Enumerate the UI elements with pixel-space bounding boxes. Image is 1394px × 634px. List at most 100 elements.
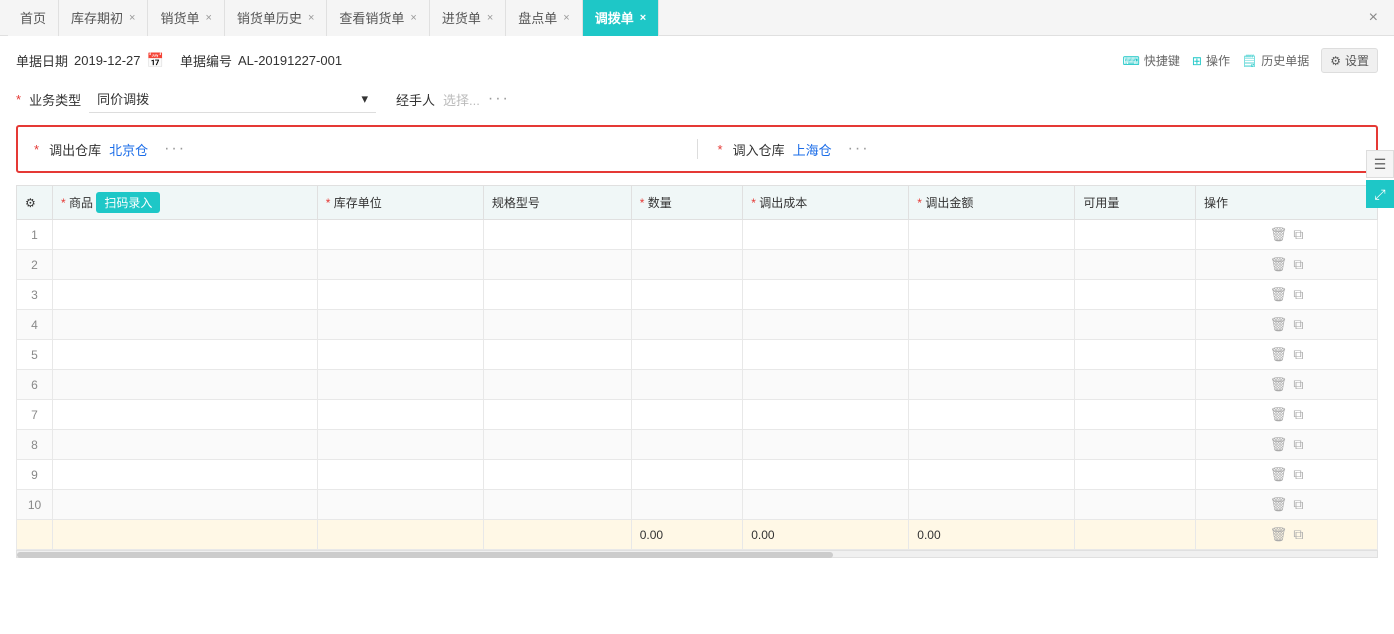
- spec-cell[interactable]: [483, 280, 631, 310]
- qty-cell[interactable]: [631, 280, 743, 310]
- amount-cell[interactable]: [909, 220, 1075, 250]
- amount-cell[interactable]: [909, 280, 1075, 310]
- delete-row-button[interactable]: 🗑: [1270, 496, 1288, 513]
- qty-cell[interactable]: [631, 340, 743, 370]
- close-tab-view-sales[interactable]: ×: [410, 12, 416, 24]
- copy-row-button[interactable]: ⧉: [1293, 226, 1303, 243]
- product-cell[interactable]: [53, 340, 318, 370]
- close-tab-inventory-check[interactable]: ×: [563, 12, 569, 24]
- spec-cell[interactable]: [483, 250, 631, 280]
- amount-cell[interactable]: [909, 340, 1075, 370]
- spec-cell[interactable]: [483, 400, 631, 430]
- amount-cell[interactable]: [909, 310, 1075, 340]
- tab-transfer[interactable]: 调拨单 ×: [583, 0, 659, 36]
- product-cell[interactable]: [53, 400, 318, 430]
- product-cell[interactable]: [53, 310, 318, 340]
- cost-cell[interactable]: [743, 490, 909, 520]
- cost-cell[interactable]: [743, 310, 909, 340]
- spec-cell[interactable]: [483, 490, 631, 520]
- source-warehouse-more-icon[interactable]: ···: [164, 140, 186, 158]
- delete-row-button[interactable]: 🗑: [1270, 436, 1288, 453]
- close-tab-transfer[interactable]: ×: [640, 12, 646, 24]
- amount-cell[interactable]: [909, 400, 1075, 430]
- column-settings[interactable]: ⚙: [17, 186, 53, 220]
- amount-cell[interactable]: [909, 430, 1075, 460]
- spec-cell[interactable]: [483, 460, 631, 490]
- delete-row-button[interactable]: 🗑: [1270, 376, 1288, 393]
- spec-cell[interactable]: [483, 220, 631, 250]
- date-value[interactable]: 2019-12-27: [74, 53, 141, 68]
- copy-row-button[interactable]: ⧉: [1293, 256, 1303, 273]
- copy-row-button[interactable]: ⧉: [1293, 346, 1303, 363]
- tab-purchase[interactable]: 进货单 ×: [430, 0, 506, 36]
- qty-cell[interactable]: [631, 490, 743, 520]
- qty-cell[interactable]: [631, 370, 743, 400]
- copy-row-button[interactable]: ⧉: [1293, 316, 1303, 333]
- tab-sales-order[interactable]: 销货单 ×: [148, 0, 224, 36]
- horizontal-scrollbar[interactable]: [16, 550, 1378, 558]
- sidebar-list-icon[interactable]: ☰: [1366, 150, 1394, 178]
- scrollbar-thumb[interactable]: [17, 552, 833, 558]
- unit-cell[interactable]: [317, 490, 483, 520]
- qty-cell[interactable]: [631, 460, 743, 490]
- delete-row-button[interactable]: 🗑: [1270, 346, 1288, 363]
- spec-cell[interactable]: [483, 310, 631, 340]
- source-warehouse-value[interactable]: 北京仓: [109, 140, 148, 159]
- unit-cell[interactable]: [317, 340, 483, 370]
- copy-row-button[interactable]: ⧉: [1293, 496, 1303, 513]
- cost-cell[interactable]: [743, 340, 909, 370]
- tab-sales-history[interactable]: 销货单历史 ×: [225, 0, 327, 36]
- qty-cell[interactable]: [631, 310, 743, 340]
- spec-cell[interactable]: [483, 370, 631, 400]
- copy-row-button[interactable]: ⧉: [1293, 376, 1303, 393]
- product-cell[interactable]: [53, 220, 318, 250]
- tab-home[interactable]: 首页: [8, 0, 59, 36]
- product-cell[interactable]: [53, 250, 318, 280]
- cost-cell[interactable]: [743, 400, 909, 430]
- qty-cell[interactable]: [631, 430, 743, 460]
- tab-view-sales[interactable]: 查看销货单 ×: [327, 0, 429, 36]
- qty-cell[interactable]: [631, 400, 743, 430]
- delete-row-button[interactable]: 🗑: [1270, 226, 1288, 243]
- shortcut-action[interactable]: ⌨ 快捷键: [1123, 52, 1180, 69]
- cost-cell[interactable]: [743, 460, 909, 490]
- product-cell[interactable]: [53, 370, 318, 400]
- delete-row-button[interactable]: 🗑: [1270, 526, 1288, 543]
- close-tab-purchase[interactable]: ×: [487, 12, 493, 24]
- spec-cell[interactable]: [483, 430, 631, 460]
- operation-action[interactable]: ⊞ 操作: [1192, 52, 1230, 69]
- target-warehouse-value[interactable]: 上海仓: [793, 140, 832, 159]
- unit-cell[interactable]: [317, 370, 483, 400]
- product-cell[interactable]: [53, 490, 318, 520]
- tab-inventory-check[interactable]: 盘点单 ×: [506, 0, 582, 36]
- cost-cell[interactable]: [743, 430, 909, 460]
- copy-row-button[interactable]: ⧉: [1293, 406, 1303, 423]
- history-action[interactable]: 🗒 历史单据: [1242, 52, 1309, 69]
- delete-row-button[interactable]: 🗑: [1270, 316, 1288, 333]
- qty-cell[interactable]: [631, 220, 743, 250]
- calendar-icon[interactable]: 📅: [147, 52, 164, 69]
- business-type-select[interactable]: 同价调拨 ▾: [89, 85, 376, 113]
- product-cell[interactable]: [53, 460, 318, 490]
- scan-button[interactable]: 扫码录入: [96, 192, 160, 213]
- unit-cell[interactable]: [317, 220, 483, 250]
- close-all-tabs-button[interactable]: ×: [1361, 9, 1386, 27]
- cost-cell[interactable]: [743, 250, 909, 280]
- tab-inventory-init[interactable]: 库存期初 ×: [59, 0, 148, 36]
- product-cell[interactable]: [53, 430, 318, 460]
- unit-cell[interactable]: [317, 400, 483, 430]
- cost-cell[interactable]: [743, 370, 909, 400]
- delete-row-button[interactable]: 🗑: [1270, 286, 1288, 303]
- unit-cell[interactable]: [317, 250, 483, 280]
- unit-cell[interactable]: [317, 430, 483, 460]
- copy-row-button[interactable]: ⧉: [1293, 286, 1303, 303]
- unit-cell[interactable]: [317, 280, 483, 310]
- copy-row-button[interactable]: ⧉: [1293, 466, 1303, 483]
- operator-more-icon[interactable]: ···: [488, 90, 510, 108]
- amount-cell[interactable]: [909, 250, 1075, 280]
- spec-cell[interactable]: [483, 340, 631, 370]
- delete-row-button[interactable]: 🗑: [1270, 466, 1288, 483]
- close-tab-sales-order[interactable]: ×: [205, 12, 211, 24]
- cost-cell[interactable]: [743, 280, 909, 310]
- target-warehouse-more-icon[interactable]: ···: [848, 140, 870, 158]
